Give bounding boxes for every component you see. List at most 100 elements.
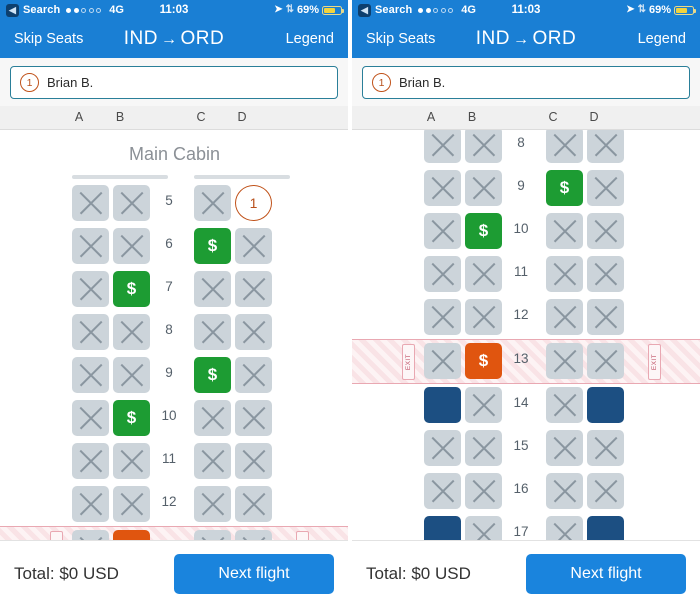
seat-row: 15 <box>0 182 348 225</box>
route-origin: IND <box>123 28 158 49</box>
chevron-left-icon[interactable]: ◀ <box>6 3 19 17</box>
seat-a-occupied <box>424 473 461 509</box>
seat-a-occupied <box>424 130 461 163</box>
row-number-label: 14 <box>513 395 529 410</box>
seat-c-occupied <box>194 486 231 522</box>
column-label-a: A <box>74 110 84 124</box>
seat-row: 11 <box>352 253 700 296</box>
column-label-c: C <box>196 110 206 124</box>
seat-a-occupied <box>72 314 109 350</box>
seat-c-paid[interactable]: $ <box>194 228 231 264</box>
seat-b-occupied <box>465 170 502 206</box>
seat-d-preferred[interactable] <box>587 387 624 423</box>
row-number-label: 13 <box>513 351 529 366</box>
next-flight-button[interactable]: Next flight <box>526 554 686 594</box>
seat-b-paid[interactable]: $ <box>113 400 150 436</box>
seat-row: $7 <box>0 268 348 311</box>
status-bar-right: ➤ ⇅ 69% <box>274 4 344 16</box>
exit-text: EXIT <box>651 353 658 371</box>
seat-b-premium[interactable]: $ <box>113 530 150 540</box>
status-bar-left: ◀ Search 4G <box>6 3 124 17</box>
seat-row-exit: EXIT EXIT $13 <box>0 526 348 540</box>
passenger-number-badge: 1 <box>20 73 39 92</box>
seat-c-occupied <box>194 185 231 221</box>
seat-a-occupied <box>72 486 109 522</box>
next-flight-button[interactable]: Next flight <box>174 554 334 594</box>
seat-row-exit: EXIT EXIT $13 <box>352 339 700 384</box>
seat-price-glyph: $ <box>126 408 137 427</box>
column-label-b: B <box>115 110 125 124</box>
seat-d-occupied <box>235 400 272 436</box>
bluetooth-icon: ⇅ <box>285 4 294 15</box>
status-back-label[interactable]: Search <box>23 4 60 16</box>
location-arrow-icon: ➤ <box>274 4 283 15</box>
row-number-label: 9 <box>165 365 173 380</box>
seat-c-occupied <box>194 271 231 307</box>
row-number-label: 6 <box>165 236 173 251</box>
seat-c-occupied <box>194 400 231 436</box>
seat-b-occupied <box>465 130 502 163</box>
seat-map-viewport[interactable]: Main Cabin 15$6$78$9$101112EXITEXIT$13 <box>0 130 348 540</box>
network-type-label: 4G <box>461 4 476 16</box>
exit-row-label-r: EXIT <box>296 531 309 540</box>
seat-b-occupied <box>465 256 502 292</box>
seat-c-occupied <box>546 516 583 540</box>
seat-d-occupied <box>235 443 272 479</box>
seat-map-viewport[interactable]: Main Cabin 15$6$78$9$101112EXITEXIT$1314… <box>352 130 700 540</box>
seat-d-selected[interactable]: 1 <box>235 185 272 221</box>
seat-a-occupied <box>72 357 109 393</box>
seat-b-premium[interactable]: $ <box>465 343 502 379</box>
seat-c-occupied <box>546 343 583 379</box>
seat-b-occupied <box>465 430 502 466</box>
seat-a-occupied <box>424 170 461 206</box>
seat-b-paid[interactable]: $ <box>113 271 150 307</box>
seat-a-occupied <box>424 299 461 335</box>
row-number-label: 12 <box>513 307 529 322</box>
legend-button[interactable]: Legend <box>286 31 334 47</box>
status-back-label[interactable]: Search <box>375 4 412 16</box>
bottom-bar: Total: $0 USD Next flight <box>0 540 348 607</box>
skip-seats-button[interactable]: Skip Seats <box>14 31 83 47</box>
seat-d-occupied <box>587 213 624 249</box>
row-number-label: 10 <box>513 221 529 236</box>
signal-strength-dots <box>418 7 454 13</box>
seat-column-header: A B C D <box>0 106 348 130</box>
cabin-title: Main Cabin <box>128 144 221 164</box>
row-number-label: 10 <box>161 408 177 423</box>
seat-d-occupied <box>235 314 272 350</box>
seat-c-occupied <box>546 473 583 509</box>
network-type-label: 4G <box>109 4 124 16</box>
seat-c-paid[interactable]: $ <box>546 170 583 206</box>
seat-d-preferred[interactable] <box>587 516 624 540</box>
signal-strength-dots <box>66 7 102 13</box>
passenger-section: 1 Brian B. <box>352 58 700 106</box>
seat-assigned-badge: 1 <box>249 195 258 211</box>
legend-button[interactable]: Legend <box>638 31 686 47</box>
seat-b-occupied <box>465 473 502 509</box>
passenger-card[interactable]: 1 Brian B. <box>362 66 690 99</box>
passenger-card[interactable]: 1 Brian B. <box>10 66 338 99</box>
chevron-left-icon[interactable]: ◀ <box>358 3 371 17</box>
seat-b-occupied <box>465 387 502 423</box>
seat-d-occupied <box>235 486 272 522</box>
seat-a-preferred[interactable] <box>424 516 461 540</box>
seat-row: 15 <box>352 427 700 470</box>
seat-row: 8 <box>352 130 700 167</box>
route-destination: ORD <box>180 28 225 49</box>
seat-c-occupied <box>546 387 583 423</box>
seat-a-preferred[interactable] <box>424 387 461 423</box>
row-number-label: 9 <box>517 178 525 193</box>
seat-c-occupied <box>194 530 231 540</box>
phone-screen-left: ◀ Search 4G 11:03 ➤ ⇅ 69% Skip Seats IND… <box>0 0 348 607</box>
total-price-label: Total: $0 USD <box>14 564 119 583</box>
passenger-section: 1 Brian B. <box>0 58 348 106</box>
seat-d-occupied <box>235 530 272 540</box>
seat-c-paid[interactable]: $ <box>194 357 231 393</box>
seat-c-occupied <box>194 314 231 350</box>
row-number-label: 11 <box>513 264 528 279</box>
seat-price-glyph: $ <box>207 365 218 384</box>
skip-seats-button[interactable]: Skip Seats <box>366 31 435 47</box>
seat-b-paid[interactable]: $ <box>465 213 502 249</box>
row-number-label: 11 <box>161 451 176 466</box>
location-arrow-icon: ➤ <box>626 4 635 15</box>
